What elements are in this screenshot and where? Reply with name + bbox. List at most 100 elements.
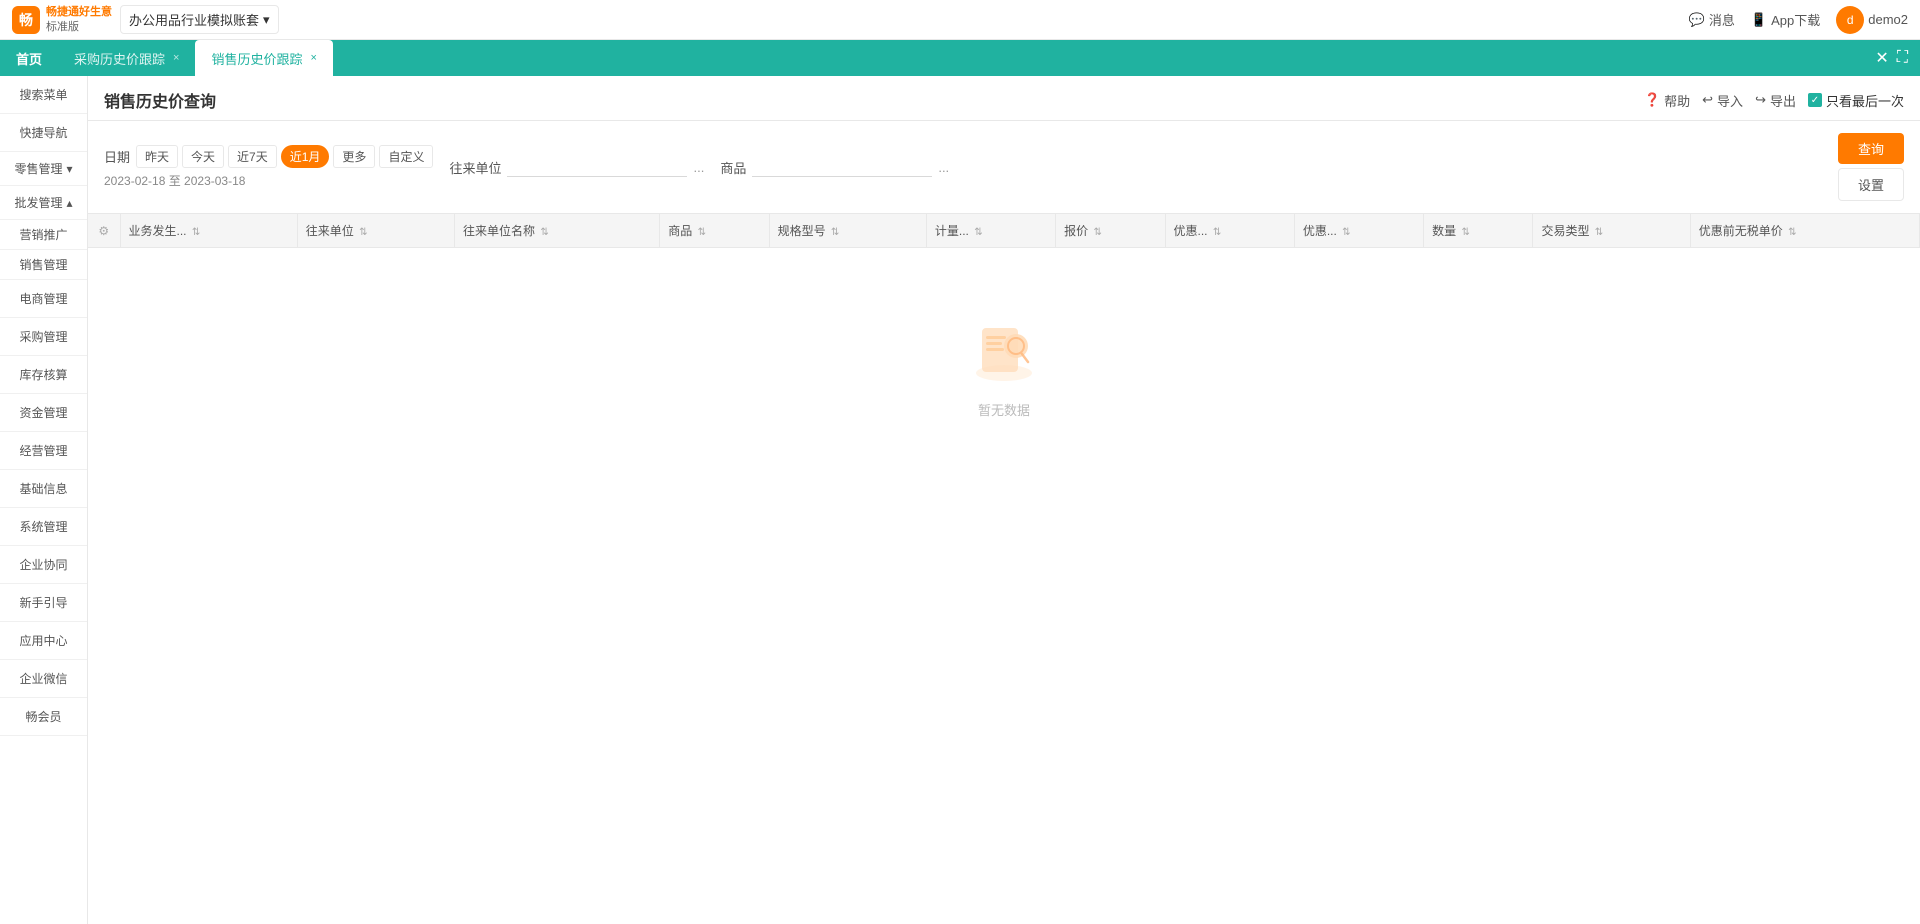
col-spec[interactable]: 规格型号 ⇅ <box>769 214 926 248</box>
tab-purchase-label: 采购历史价跟踪 <box>74 49 165 68</box>
sidebar-wholesale-label: 批发管理 <box>14 194 62 211</box>
close-tab-icon[interactable]: ✕ <box>1875 48 1888 68</box>
page-title: 销售历史价查询 <box>104 88 216 112</box>
gear-icon[interactable]: ⚙ <box>98 224 109 238</box>
tab-bar: 首页 采购历史价跟踪 × 销售历史价跟踪 × ✕ ⛶ <box>0 40 1920 76</box>
message-label: 消息 <box>1709 10 1735 29</box>
empty-illustration <box>964 308 1044 388</box>
top-bar: 畅 畅捷通好生意 标准版 办公用品行业模拟账套 ▾ 💬 消息 📱 App下载 d… <box>0 0 1920 40</box>
sidebar-sales-mgmt-label: 销售管理 <box>19 258 67 272</box>
goods-filter-label: 商品 <box>720 158 746 177</box>
export-label: 导出 <box>1770 91 1796 110</box>
date-btn-yesterday[interactable]: 昨天 <box>136 145 178 168</box>
import-button[interactable]: ↩ 导入 <box>1702 91 1743 110</box>
sidebar-wechat-label: 企业微信 <box>19 670 67 687</box>
col-unit-name[interactable]: 往来单位名称 ⇅ <box>455 214 660 248</box>
sidebar-operations-label: 经营管理 <box>19 442 67 459</box>
sort-icon: ⇅ <box>831 227 839 238</box>
sidebar-item-retail[interactable]: 零售管理 ▾ <box>0 152 87 186</box>
unit-filter-input[interactable] <box>507 157 687 177</box>
date-btn-7days[interactable]: 近7天 <box>228 145 277 168</box>
sort-icon: ⇅ <box>1595 227 1603 238</box>
col-unit[interactable]: 计量... ⇅ <box>926 214 1055 248</box>
sidebar-finance-label: 资金管理 <box>19 404 67 421</box>
help-button[interactable]: ❓ 帮助 <box>1644 91 1690 110</box>
sidebar-item-apps[interactable]: 应用中心 <box>0 622 87 660</box>
tab-purchase-close[interactable]: × <box>173 52 179 64</box>
filter-right: 查询 设置 <box>1838 133 1904 201</box>
chevron-down-icon: ▾ <box>263 12 270 28</box>
sidebar-item-finance[interactable]: 资金管理 <box>0 394 87 432</box>
user-menu[interactable]: d demo2 <box>1836 6 1908 34</box>
empty-state: 暂无数据 <box>88 248 1920 479</box>
tab-home-label: 首页 <box>16 49 42 68</box>
sidebar-member-label: 畅会员 <box>25 708 61 725</box>
phone-icon: 📱 <box>1751 12 1767 28</box>
col-unit-code[interactable]: 往来单位 ⇅ <box>297 214 454 248</box>
sidebar-item-wholesale[interactable]: 批发管理 ▴ <box>0 186 87 220</box>
tab-home[interactable]: 首页 <box>0 40 58 76</box>
settings-button[interactable]: 设置 <box>1838 168 1904 201</box>
col-qty[interactable]: 数量 ⇅ <box>1424 214 1533 248</box>
sidebar-item-search[interactable]: 搜索菜单 <box>0 76 87 114</box>
date-btn-custom[interactable]: 自定义 <box>379 145 433 168</box>
sidebar-retail-label: 零售管理 <box>14 160 62 177</box>
sidebar-item-basics[interactable]: 基础信息 <box>0 470 87 508</box>
chevron-up-icon: ▴ <box>66 196 72 210</box>
sidebar-item-member[interactable]: 畅会员 <box>0 698 87 736</box>
tab-sales-label: 销售历史价跟踪 <box>211 49 302 68</box>
unit-filter-label: 往来单位 <box>449 158 501 177</box>
app-download-button[interactable]: 📱 App下载 <box>1751 10 1820 29</box>
col-pre-tax[interactable]: 优惠前无税单价 ⇅ <box>1690 214 1919 248</box>
date-btn-1month[interactable]: 近1月 <box>281 145 330 168</box>
goods-filter-dots[interactable]: ... <box>938 160 949 175</box>
account-selector[interactable]: 办公用品行业模拟账套 ▾ <box>120 5 279 34</box>
date-quick-group: 日期 昨天 今天 近7天 近1月 更多 自定义 <box>104 145 433 168</box>
sidebar-item-inventory[interactable]: 库存核算 <box>0 356 87 394</box>
sidebar-item-enterprise[interactable]: 企业协同 <box>0 546 87 584</box>
sidebar-item-system[interactable]: 系统管理 <box>0 508 87 546</box>
tab-sales[interactable]: 销售历史价跟踪 × <box>195 40 332 76</box>
sidebar-item-newbie[interactable]: 新手引导 <box>0 584 87 622</box>
col-biz-date[interactable]: 业务发生... ⇅ <box>120 214 297 248</box>
sidebar-item-shortcut[interactable]: 快捷导航 <box>0 114 87 152</box>
export-button[interactable]: ↪ 导出 <box>1755 91 1796 110</box>
sort-icon: ⇅ <box>359 227 367 238</box>
user-label: demo2 <box>1868 12 1908 27</box>
sort-icon: ⇅ <box>698 227 706 238</box>
date-btn-today[interactable]: 今天 <box>182 145 224 168</box>
unit-filter-dots[interactable]: ... <box>693 160 704 175</box>
sidebar-search-label: 搜索菜单 <box>19 86 67 103</box>
col-discount1[interactable]: 优惠... ⇅ <box>1165 214 1294 248</box>
tab-sales-close[interactable]: × <box>310 52 316 64</box>
expand-icon[interactable]: ⛶ <box>1897 49 1908 67</box>
sort-icon: ⇅ <box>1094 227 1102 238</box>
sidebar-item-wechat[interactable]: 企业微信 <box>0 660 87 698</box>
avatar: d <box>1836 6 1864 34</box>
date-btn-more[interactable]: 更多 <box>333 145 375 168</box>
sidebar-item-marketing[interactable]: 营销推广 <box>0 220 87 250</box>
table-header-row: ⚙ 业务发生... ⇅ 往来单位 ⇅ 往来单位名称 ⇅ <box>88 214 1920 248</box>
query-button[interactable]: 查询 <box>1838 133 1904 164</box>
goods-filter-input[interactable] <box>752 157 932 177</box>
col-goods[interactable]: 商品 ⇅ <box>660 214 769 248</box>
sidebar-item-sales-mgmt[interactable]: 销售管理 <box>0 250 87 280</box>
empty-text: 暂无数据 <box>978 400 1030 419</box>
col-trade-type[interactable]: 交易类型 ⇅ <box>1533 214 1690 248</box>
sidebar-item-operations[interactable]: 经营管理 <box>0 432 87 470</box>
last-one-checkbox[interactable]: ✓ 只看最后一次 <box>1808 91 1904 110</box>
col-discount2[interactable]: 优惠... ⇅ <box>1294 214 1423 248</box>
query-button-group: 查询 设置 <box>1838 133 1904 201</box>
sort-icon: ⇅ <box>1342 227 1350 238</box>
app-label: App下载 <box>1771 10 1820 29</box>
sort-icon: ⇅ <box>540 227 548 238</box>
data-table: ⚙ 业务发生... ⇅ 往来单位 ⇅ 往来单位名称 ⇅ <box>88 214 1920 248</box>
message-button[interactable]: 💬 消息 <box>1689 10 1735 29</box>
sidebar-item-purchase[interactable]: 采购管理 <box>0 318 87 356</box>
sidebar-system-label: 系统管理 <box>19 518 67 535</box>
tab-purchase[interactable]: 采购历史价跟踪 × <box>58 40 195 76</box>
col-quoted[interactable]: 报价 ⇅ <box>1056 214 1165 248</box>
sidebar-shortcut-label: 快捷导航 <box>19 124 67 141</box>
sidebar-ecommerce-label: 电商管理 <box>19 290 67 307</box>
sidebar-item-ecommerce[interactable]: 电商管理 <box>0 280 87 318</box>
